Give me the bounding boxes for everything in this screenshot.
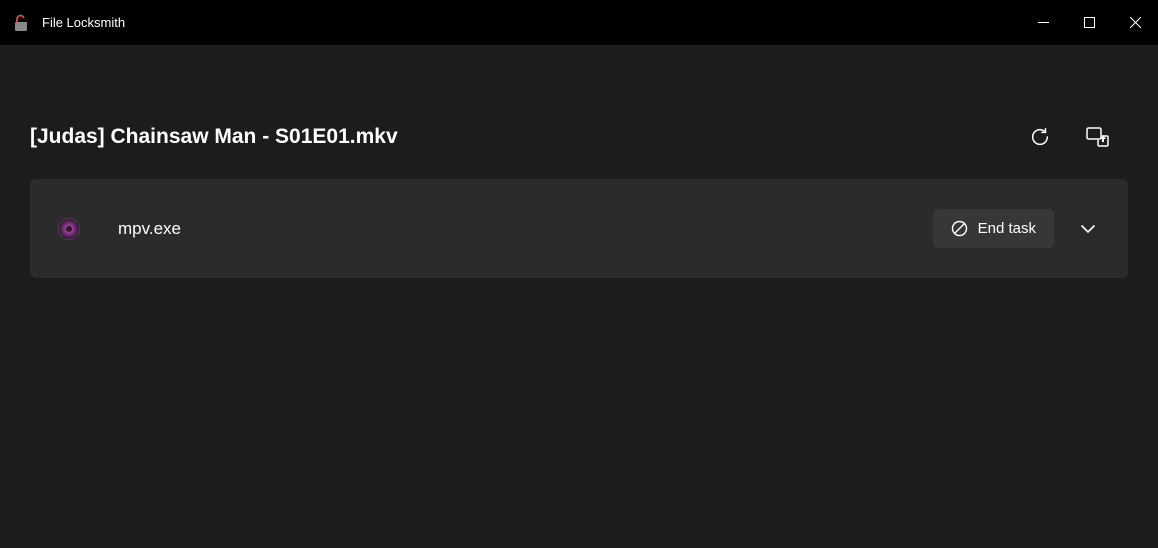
app-title: File Locksmith: [42, 15, 125, 30]
prohibit-icon: [951, 220, 968, 237]
titlebar: File Locksmith: [0, 0, 1158, 45]
process-info: mpv.exe: [58, 218, 181, 240]
process-name: mpv.exe: [118, 219, 181, 239]
maximize-button[interactable]: [1066, 0, 1112, 45]
end-task-button[interactable]: End task: [933, 209, 1054, 248]
chevron-down-icon: [1080, 221, 1096, 237]
minimize-button[interactable]: [1020, 0, 1066, 45]
refresh-button[interactable]: [1028, 125, 1052, 149]
expand-button[interactable]: [1076, 217, 1100, 241]
header-row: [Judas] Chainsaw Man - S01E01.mkv: [30, 125, 1128, 149]
window-controls: [1020, 0, 1158, 45]
file-name-title: [Judas] Chainsaw Man - S01E01.mkv: [30, 125, 398, 149]
process-actions: End task: [933, 209, 1100, 248]
main-content: [Judas] Chainsaw Man - S01E01.mkv mpv.ex…: [0, 45, 1158, 278]
titlebar-left: File Locksmith: [12, 14, 125, 32]
end-task-label: End task: [978, 220, 1036, 237]
header-actions: [1028, 125, 1128, 149]
process-card: mpv.exe End task: [30, 179, 1128, 278]
app-unlock-icon: [12, 14, 30, 32]
close-button[interactable]: [1112, 0, 1158, 45]
process-app-icon: [58, 218, 80, 240]
restart-elevated-button[interactable]: [1086, 125, 1110, 149]
